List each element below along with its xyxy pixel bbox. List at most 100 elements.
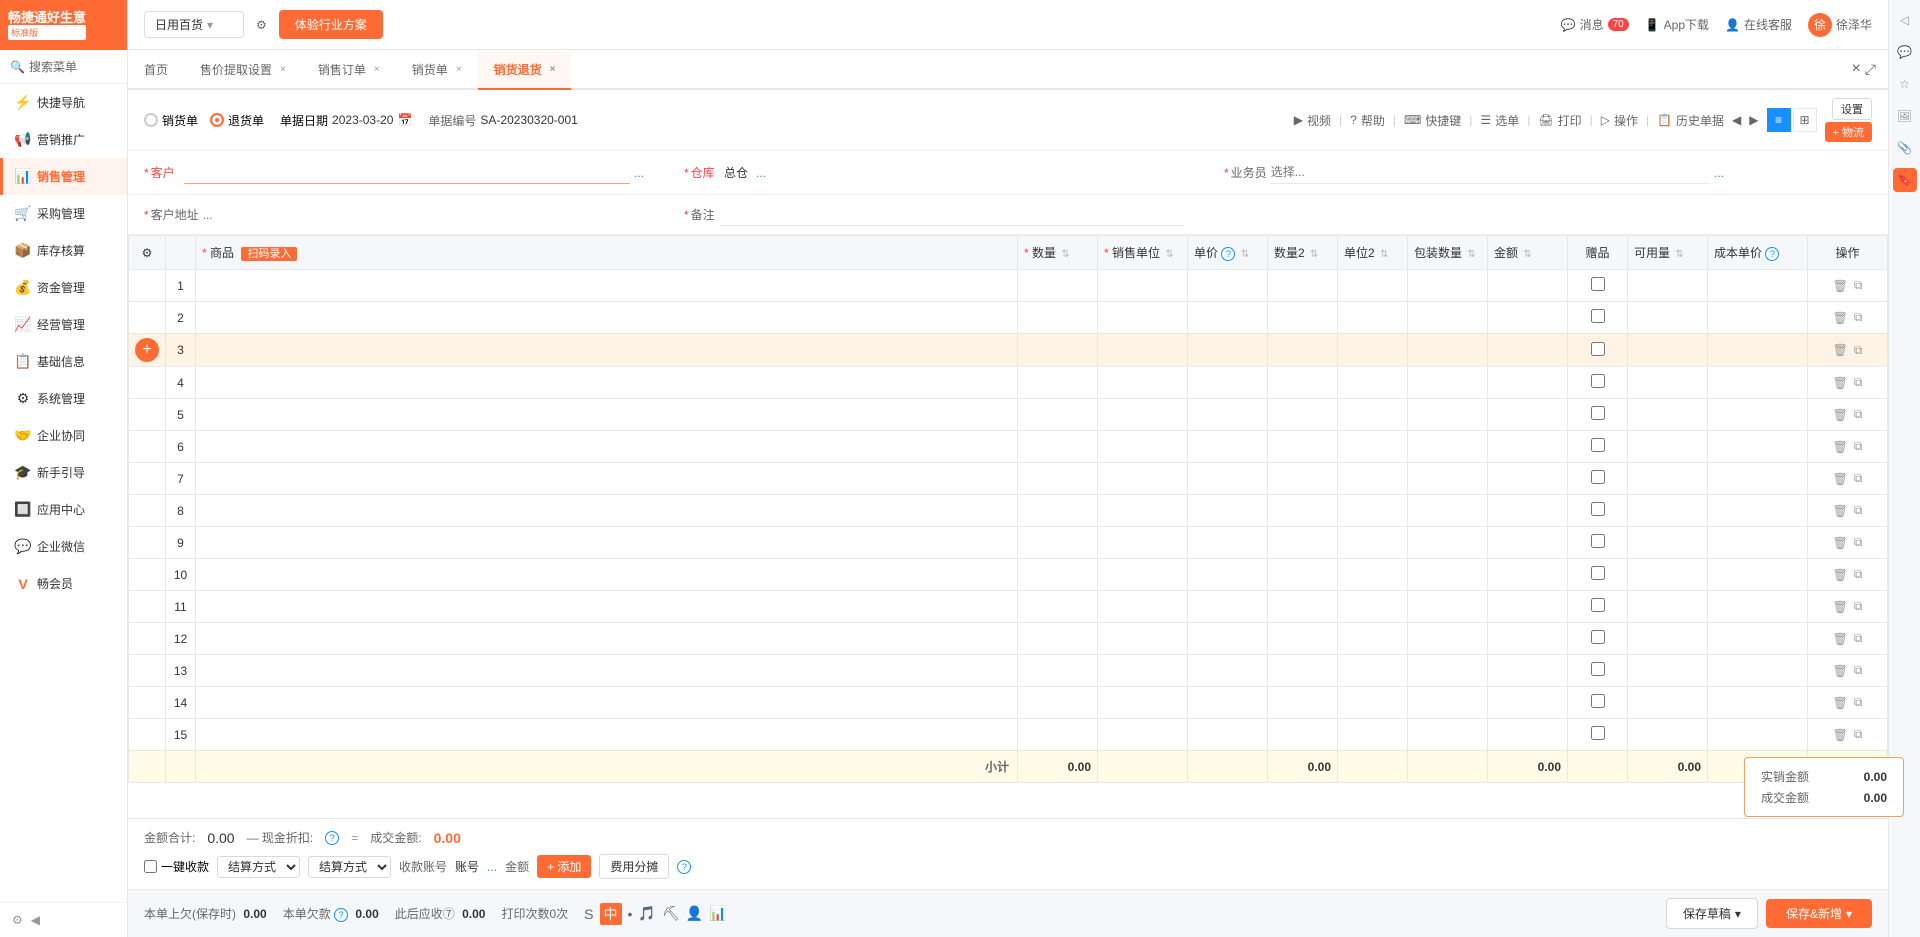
cell-cost-price-14[interactable] [1708,687,1808,719]
cell-unit2-14[interactable] [1338,687,1408,719]
cell-unit-price-6[interactable] [1188,431,1268,463]
cell-qty2-4[interactable] [1268,367,1338,399]
sidebar-item-member[interactable]: V 畅会员 [0,565,127,602]
save-new-button[interactable]: 保存&新增 ▾ [1766,899,1872,928]
gift-checkbox-5[interactable] [1591,406,1605,420]
cell-sale-unit-10[interactable] [1098,559,1188,591]
cell-goods-12[interactable] [196,623,1018,655]
delete-icon-12[interactable]: 🗑 [1833,632,1848,646]
cell-unit-price-11[interactable] [1188,591,1268,623]
one-click-payment-check[interactable]: 一键收款 [144,858,209,875]
copy-icon-13[interactable]: ⧉ [1854,663,1863,678]
toolbar-history[interactable]: 📋 历史单据 [1657,112,1724,129]
cell-available-3[interactable] [1628,334,1708,367]
tab-home[interactable]: 首页 [128,51,184,90]
cell-available-15[interactable] [1628,719,1708,751]
tab-close-all-icon[interactable]: × [1851,60,1860,78]
qty-sort-icon[interactable]: ⇅ [1061,249,1069,260]
delete-icon-7[interactable]: 🗑 [1833,472,1848,486]
cell-available-11[interactable] [1628,591,1708,623]
toolbar-nav-next[interactable]: ▶ [1749,113,1758,127]
cell-available-6[interactable] [1628,431,1708,463]
experience-button[interactable]: 体验行业方案 [279,10,383,39]
cell-unit2-11[interactable] [1338,591,1408,623]
cell-pack-qty-15[interactable] [1408,719,1488,751]
cell-qty-4[interactable] [1018,367,1098,399]
sidebar-item-marketing[interactable]: 📢 营销推广 [0,121,127,158]
cell-cost-price-10[interactable] [1708,559,1808,591]
cell-unit-price-10[interactable] [1188,559,1268,591]
cell-unit2-15[interactable] [1338,719,1408,751]
sidebar-bottom[interactable]: ⚙ ◀ [0,902,127,937]
user-item[interactable]: 徐 徐泽华 [1808,13,1872,37]
strip-icon-2[interactable]: 💬 [1893,40,1917,64]
cell-pack-qty-11[interactable] [1408,591,1488,623]
cell-unit2-8[interactable] [1338,495,1408,527]
sidebar-item-sales[interactable]: 📊 销售管理 [0,158,127,195]
cell-qty2-10[interactable] [1268,559,1338,591]
delete-icon-8[interactable]: 🗑 [1833,504,1848,518]
delete-icon-11[interactable]: 🗑 [1833,600,1848,614]
cell-cost-price-9[interactable] [1708,527,1808,559]
cell-sale-unit-3[interactable] [1098,334,1188,367]
toolbar-operate[interactable]: ▷ 操作 [1601,112,1638,129]
cell-qty-6[interactable] [1018,431,1098,463]
copy-icon-4[interactable]: ⧉ [1854,375,1863,390]
cell-goods-6[interactable] [196,431,1018,463]
cell-qty2-1[interactable] [1268,270,1338,302]
available-sort-icon[interactable]: ⇅ [1675,249,1683,260]
cell-qty-8[interactable] [1018,495,1098,527]
cell-pack-qty-13[interactable] [1408,655,1488,687]
copy-icon-2[interactable]: ⧉ [1854,310,1863,325]
header-gear-icon[interactable]: ⚙ [252,14,271,36]
sidebar-item-appstore[interactable]: 🔲 应用中心 [0,491,127,528]
cell-qty2-11[interactable] [1268,591,1338,623]
cell-unit2-13[interactable] [1338,655,1408,687]
cell-unit2-5[interactable] [1338,399,1408,431]
qty2-sort-icon[interactable]: ⇅ [1310,249,1318,260]
cell-unit2-7[interactable] [1338,463,1408,495]
cell-available-10[interactable] [1628,559,1708,591]
customer-dotted[interactable]: ... [634,166,644,180]
tab-sale-delivery-close[interactable]: × [456,64,462,75]
sidebar-item-operations[interactable]: 📈 经营管理 [0,306,127,343]
cell-amount-6[interactable] [1488,431,1568,463]
staff-dotted[interactable]: ... [1714,166,1724,180]
cell-available-2[interactable] [1628,302,1708,334]
view-table-btn[interactable]: ≡ [1767,108,1791,132]
cell-unit-price-14[interactable] [1188,687,1268,719]
fee-split-button[interactable]: 费用分摊 [599,854,669,879]
cell-amount-10[interactable] [1488,559,1568,591]
cell-qty2-2[interactable] [1268,302,1338,334]
cell-pack-qty-6[interactable] [1408,431,1488,463]
tab-sale-return-close[interactable]: × [550,64,556,75]
cell-unit-price-4[interactable] [1188,367,1268,399]
calendar-icon[interactable]: 📅 [397,113,412,127]
cell-unit-price-7[interactable] [1188,463,1268,495]
copy-icon-9[interactable]: ⧉ [1854,535,1863,550]
cell-amount-9[interactable] [1488,527,1568,559]
copy-icon-5[interactable]: ⧉ [1854,407,1863,422]
cell-pack-qty-9[interactable] [1408,527,1488,559]
cell-sale-unit-1[interactable] [1098,270,1188,302]
address-dotted[interactable]: ... [203,208,213,222]
cell-goods-1[interactable] [196,270,1018,302]
cell-sale-unit-15[interactable] [1098,719,1188,751]
sidebar-item-wechat[interactable]: 💬 企业微信 [0,528,127,565]
cell-qty-11[interactable] [1018,591,1098,623]
staff-input[interactable] [1271,161,1710,184]
sidebar-item-inventory[interactable]: 📦 库存核算 [0,232,127,269]
copy-icon-1[interactable]: ⧉ [1854,278,1863,293]
cell-cost-price-11[interactable] [1708,591,1808,623]
cell-goods-11[interactable] [196,591,1018,623]
sidebar-item-quick-nav[interactable]: ⚡ 快捷导航 [0,84,127,121]
cell-unit2-12[interactable] [1338,623,1408,655]
cell-sale-unit-7[interactable] [1098,463,1188,495]
cell-amount-7[interactable] [1488,463,1568,495]
toolbar-help[interactable]: ? 帮助 [1350,112,1385,129]
cell-sale-unit-6[interactable] [1098,431,1188,463]
sidebar-item-enterprise[interactable]: 🤝 企业协同 [0,417,127,454]
cell-pack-qty-5[interactable] [1408,399,1488,431]
order-debt-info-icon[interactable]: ? [334,908,348,922]
toolbar-settings-btn[interactable]: 设置 [1832,98,1872,120]
